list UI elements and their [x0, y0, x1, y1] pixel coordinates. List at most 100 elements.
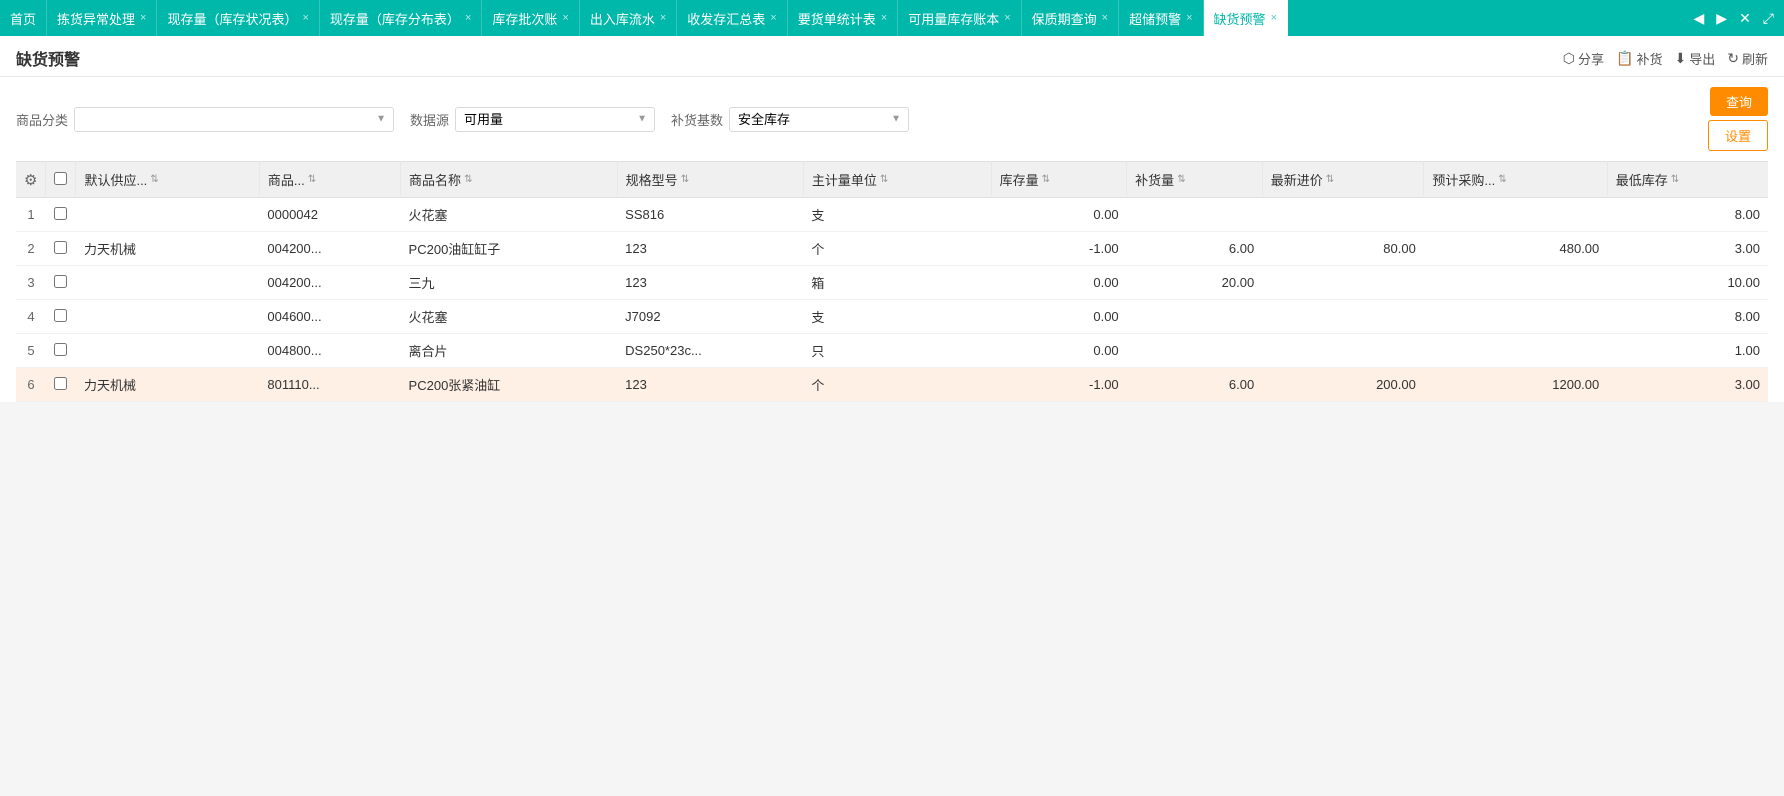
row-checkbox[interactable] — [54, 207, 67, 220]
row-checkbox[interactable] — [54, 343, 67, 356]
cell-latest-price — [1262, 266, 1424, 300]
table-row: 5 004800... 离合片 DS250*23c... 只 0.00 1.00 — [16, 334, 1768, 368]
right-buttons: 查询 设置 — [1708, 87, 1768, 151]
th-unit[interactable]: 主计量单位 ⇅ — [803, 162, 991, 198]
cell-goods-code: 004800... — [259, 334, 400, 368]
row-checkbox-cell — [46, 266, 76, 300]
cell-supplier: 力天机械 — [76, 368, 259, 402]
th-forecast[interactable]: 预计采购... ⇅ — [1424, 162, 1607, 198]
tab-stock2[interactable]: 现存量（库存分布表） × — [320, 0, 482, 36]
tab-picking[interactable]: 拣货异常处理 × — [47, 0, 157, 36]
row-checkbox-cell — [46, 368, 76, 402]
th-supplier[interactable]: 默认供应... ⇅ — [76, 162, 259, 198]
cell-replenish: 6.00 — [1127, 368, 1263, 402]
query-button[interactable]: 查询 — [1710, 87, 1768, 116]
close-icon[interactable]: × — [770, 12, 776, 24]
expand-button[interactable]: ⤢ — [1757, 0, 1780, 36]
cell-forecast — [1424, 266, 1607, 300]
cell-forecast: 480.00 — [1424, 232, 1607, 266]
row-checkbox-cell — [46, 300, 76, 334]
header-actions: ⬡ 分享 📋 补货 ⬇ 导出 ↻ 刷新 — [1563, 49, 1768, 68]
datasource-filter: 数据源 可用量 — [410, 107, 655, 132]
cell-stock: 0.00 — [991, 334, 1127, 368]
category-label: 商品分类 — [16, 110, 68, 129]
cell-supplier: 力天机械 — [76, 232, 259, 266]
close-icon[interactable]: × — [562, 12, 568, 24]
th-replenish[interactable]: 补货量 ⇅ — [1127, 162, 1263, 198]
cell-unit: 支 — [803, 198, 991, 232]
cell-replenish — [1127, 334, 1263, 368]
table-row: 3 004200... 三九 123 箱 0.00 20.00 10.00 — [16, 266, 1768, 300]
scroll-right-button[interactable]: ▶ — [1710, 0, 1733, 36]
close-icon[interactable]: × — [465, 12, 471, 24]
close-icon[interactable]: × — [302, 12, 308, 24]
cell-spec: J7092 — [617, 300, 803, 334]
row-number: 1 — [16, 198, 46, 232]
row-checkbox[interactable] — [54, 309, 67, 322]
category-select[interactable] — [74, 107, 394, 132]
th-stock[interactable]: 库存量 ⇅ — [991, 162, 1127, 198]
table-row: 6 力天机械 801110... PC200张紧油缸 123 个 -1.00 6… — [16, 368, 1768, 402]
tab-expiry[interactable]: 保质期查询 × — [1022, 0, 1119, 36]
cell-goods-name: 三九 — [401, 266, 618, 300]
export-button[interactable]: ⬇ 导出 — [1675, 49, 1716, 68]
cell-spec: SS816 — [617, 198, 803, 232]
cell-min-stock: 3.00 — [1607, 368, 1768, 402]
close-window-button[interactable]: ✕ — [1733, 0, 1757, 36]
replenish-icon: 📋 — [1616, 50, 1633, 67]
tab-home[interactable]: 首页 — [0, 0, 47, 36]
page-title: 缺货预警 — [16, 46, 1563, 70]
row-checkbox[interactable] — [54, 241, 67, 254]
replenish-label: 补货基数 — [671, 110, 723, 129]
select-all-checkbox[interactable] — [54, 172, 67, 185]
topbar-controls: ◀ ▶ ✕ ⤢ — [1688, 0, 1784, 36]
th-spec[interactable]: 规格型号 ⇅ — [617, 162, 803, 198]
cell-stock: -1.00 — [991, 232, 1127, 266]
tab-requisition[interactable]: 要货单统计表 × — [788, 0, 898, 36]
cell-supplier — [76, 198, 259, 232]
row-number: 4 — [16, 300, 46, 334]
tab-summary[interactable]: 收发存汇总表 × — [677, 0, 787, 36]
cell-supplier — [76, 334, 259, 368]
close-icon[interactable]: × — [1271, 12, 1277, 24]
tab-overstock[interactable]: 超储预警 × — [1119, 0, 1203, 36]
tab-available[interactable]: 可用量库存账本 × — [898, 0, 1021, 36]
close-icon[interactable]: × — [660, 12, 666, 24]
cell-supplier — [76, 266, 259, 300]
cell-goods-name: 离合片 — [401, 334, 618, 368]
refresh-button[interactable]: ↻ 刷新 — [1727, 49, 1768, 68]
tab-inout[interactable]: 出入库流水 × — [580, 0, 677, 36]
datasource-select[interactable]: 可用量 — [455, 107, 655, 132]
cell-spec: 123 — [617, 368, 803, 402]
share-button[interactable]: ⬡ 分享 — [1563, 49, 1604, 68]
row-number: 5 — [16, 334, 46, 368]
th-min-stock[interactable]: 最低库存 ⇅ — [1607, 162, 1768, 198]
replenish-button[interactable]: 📋 补货 — [1616, 49, 1662, 68]
th-latest-price[interactable]: 最新进价 ⇅ — [1262, 162, 1424, 198]
close-icon[interactable]: × — [881, 12, 887, 24]
tab-shortage[interactable]: 缺货预警 × — [1204, 0, 1288, 36]
close-icon[interactable]: × — [1102, 12, 1108, 24]
cell-goods-code: 0000042 — [259, 198, 400, 232]
cell-replenish: 20.00 — [1127, 266, 1263, 300]
cell-min-stock: 1.00 — [1607, 334, 1768, 368]
tab-stock1[interactable]: 现存量（库存状况表） × — [157, 0, 319, 36]
replenish-select[interactable]: 安全库存 — [729, 107, 909, 132]
export-icon: ⬇ — [1675, 50, 1687, 67]
row-checkbox[interactable] — [54, 377, 67, 390]
cell-forecast — [1424, 300, 1607, 334]
gear-icon[interactable]: ⚙ — [24, 172, 37, 189]
row-checkbox[interactable] — [54, 275, 67, 288]
cell-forecast — [1424, 198, 1607, 232]
th-goods-name[interactable]: 商品名称 ⇅ — [401, 162, 618, 198]
th-goods-code[interactable]: 商品... ⇅ — [259, 162, 400, 198]
tab-batch[interactable]: 库存批次账 × — [482, 0, 579, 36]
close-icon[interactable]: × — [140, 12, 146, 24]
close-icon[interactable]: × — [1004, 12, 1010, 24]
cell-stock: -1.00 — [991, 368, 1127, 402]
cell-supplier — [76, 300, 259, 334]
cell-min-stock: 10.00 — [1607, 266, 1768, 300]
scroll-left-button[interactable]: ◀ — [1688, 0, 1711, 36]
close-icon[interactable]: × — [1186, 12, 1192, 24]
settings-button[interactable]: 设置 — [1708, 120, 1768, 151]
